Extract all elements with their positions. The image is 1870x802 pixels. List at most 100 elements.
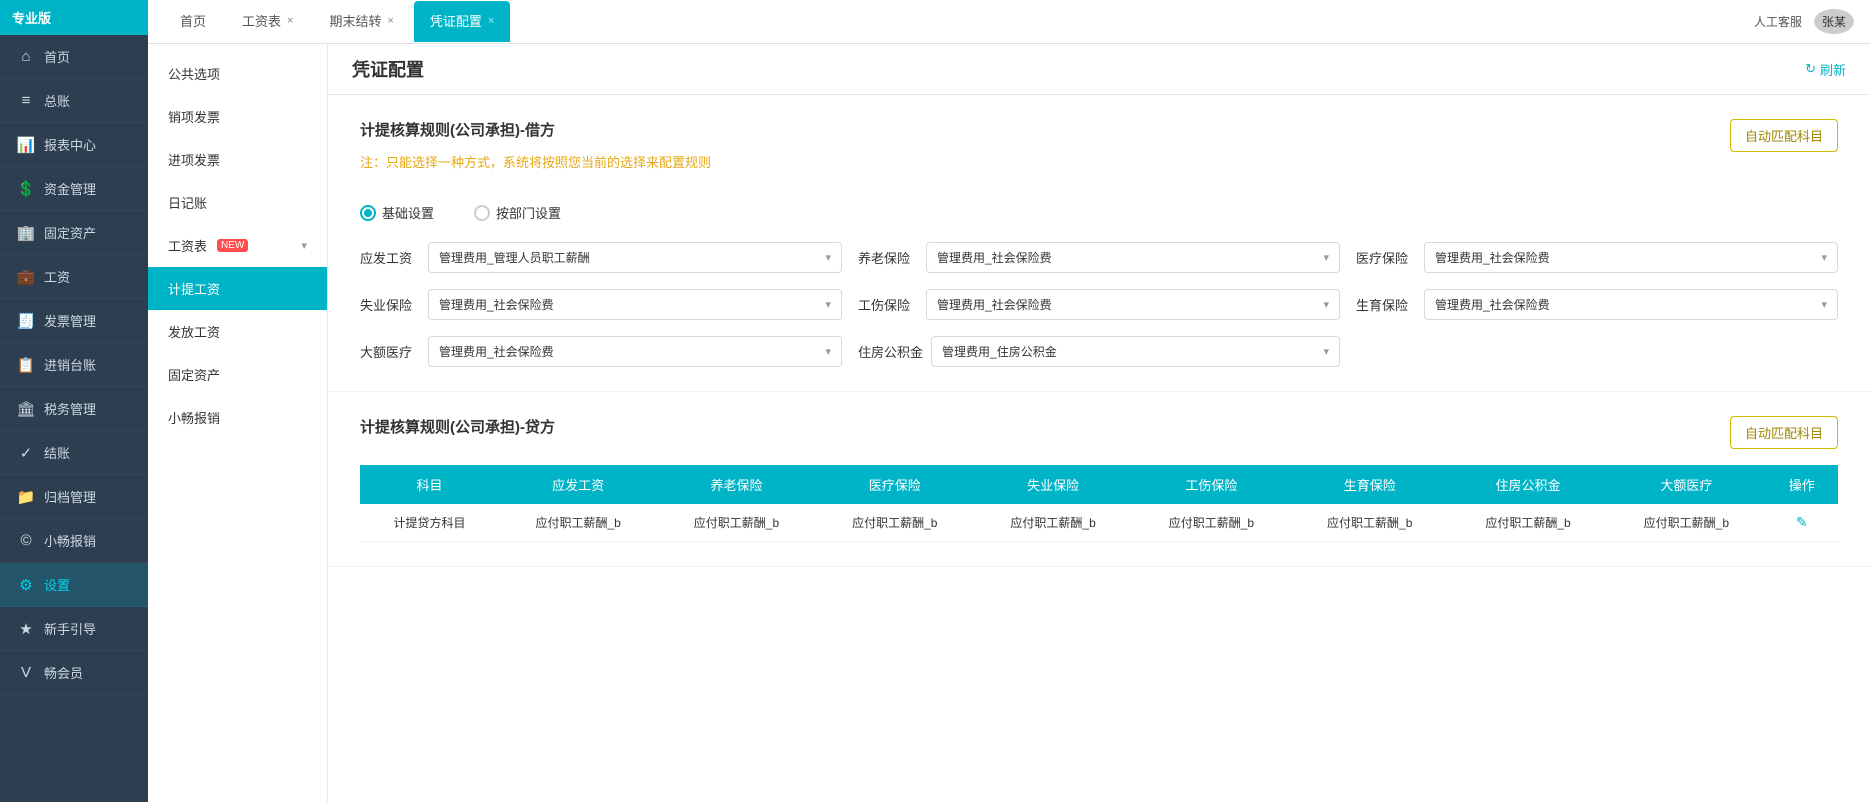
debit-section: 计提核算规则(公司承担)-借方 注：只能选择一种方式，系统将按照您当前的选择来配…: [328, 95, 1870, 392]
guide-icon: ★: [16, 620, 36, 638]
debit-form-row-2: 失业保险 管理费用_社会保险费 ▾ 工伤保险 管理费用_社会保险费 ▾: [360, 289, 1838, 320]
sidebar-item-archive[interactable]: 📁 归档管理: [0, 475, 148, 519]
inner-sidebar-purchase-invoice[interactable]: 进项发票: [148, 138, 327, 181]
select-chevron-icon: ▾: [825, 345, 831, 358]
capital-icon: 💲: [16, 180, 36, 198]
sidebar-item-settings[interactable]: ⚙ 设置: [0, 563, 148, 607]
avatar: 张某: [1814, 9, 1854, 34]
new-badge: NEW: [217, 239, 248, 252]
debit-form-row-3: 大额医疗 管理费用_社会保险费 ▾ 住房公积金 管理费用_住房公积金 ▾: [360, 336, 1838, 367]
edit-icon[interactable]: ✎: [1796, 514, 1808, 530]
sidebar-item-tax[interactable]: 🏛 税务管理: [0, 387, 148, 431]
tab-payroll-table[interactable]: 工资表 ×: [226, 1, 309, 42]
settings-icon: ⚙: [16, 576, 36, 594]
yiliao-select[interactable]: 管理费用_社会保险费 ▾: [1424, 242, 1838, 273]
radio-group: 基础设置 按部门设置: [360, 203, 1838, 222]
content-area: 凭证配置 ↻ 刷新 计提核算规则(公司承担)-借方 注：只能选择一种方式，系统将…: [328, 44, 1870, 802]
tax-icon: 🏛: [16, 400, 36, 418]
debit-note: 注：只能选择一种方式，系统将按照您当前的选择来配置规则: [360, 152, 711, 171]
sidebar-item-closing[interactable]: ✓ 结账: [0, 431, 148, 475]
row-shengyu: 应付职工薪酬_b: [1291, 504, 1449, 542]
tab-voucher-config[interactable]: 凭证配置 ×: [414, 1, 510, 42]
col-header-daeyiliao: 大额医疗: [1607, 465, 1765, 504]
refresh-icon: ↻: [1805, 61, 1816, 77]
close-acct-icon: ✓: [16, 444, 36, 462]
col-header-yingfa: 应发工资: [499, 465, 657, 504]
col-header-shiye: 失业保险: [974, 465, 1132, 504]
field-shiye: 失业保险 管理费用_社会保险费 ▾: [360, 289, 842, 320]
inner-sidebar: 公共选项 销项发票 进项发票 日记账 工资表 NEW ▾ 计提工资 发放工资: [148, 44, 328, 802]
radio-basic-settings[interactable]: 基础设置: [360, 203, 434, 222]
col-header-subject: 科目: [360, 465, 499, 504]
row-edit-action[interactable]: ✎: [1766, 504, 1839, 542]
daeyiliao-select[interactable]: 管理费用_社会保险费 ▾: [428, 336, 842, 367]
inner-sidebar-sales-invoice[interactable]: 销项发票: [148, 95, 327, 138]
credit-section-title: 计提核算规则(公司承担)-贷方: [360, 416, 555, 437]
top-right-actions: 人工客服 张某: [1754, 9, 1854, 34]
inner-sidebar-fixed-assets[interactable]: 固定资产: [148, 353, 327, 396]
tab-payroll-table-close[interactable]: ×: [287, 15, 293, 27]
col-header-gongshang: 工伤保险: [1132, 465, 1290, 504]
inner-sidebar-petty-expenses[interactable]: 小畅报销: [148, 396, 327, 439]
field-gongshang: 工伤保险 管理费用_社会保险费 ▾: [858, 289, 1340, 320]
sidebar-item-home[interactable]: ⌂ 首页: [0, 35, 148, 79]
sidebar-item-member[interactable]: V 畅会员: [0, 651, 148, 695]
gongjijin-select[interactable]: 管理费用_住房公积金 ▾: [931, 336, 1340, 367]
shengyu-select[interactable]: 管理费用_社会保险费 ▾: [1424, 289, 1838, 320]
select-chevron-icon: ▾: [825, 298, 831, 311]
sidebar-item-reports[interactable]: 📊 报表中心: [0, 123, 148, 167]
row-yingfa: 应付职工薪酬_b: [499, 504, 657, 542]
sidebar-item-fixed-assets[interactable]: 🏢 固定资产: [0, 211, 148, 255]
yanglao-select[interactable]: 管理费用_社会保险费 ▾: [926, 242, 1340, 273]
select-chevron-icon: ▾: [1323, 345, 1329, 358]
purchase-icon: 📋: [16, 356, 36, 374]
shiye-label: 失业保险: [360, 295, 420, 314]
sidebar-item-purchase-sales[interactable]: 📋 进销台账: [0, 343, 148, 387]
inner-sidebar-public-options[interactable]: 公共选项: [148, 52, 327, 95]
yanglao-label: 养老保险: [858, 248, 918, 267]
inner-sidebar-payroll-table[interactable]: 工资表 NEW ▾: [148, 224, 327, 267]
inner-sidebar-journal[interactable]: 日记账: [148, 181, 327, 224]
debit-form-row-1: 应发工资 管理费用_管理人员职工薪酬 ▾ 养老保险 管理费用_社会保险费 ▾: [360, 242, 1838, 273]
col-header-action: 操作: [1766, 465, 1839, 504]
sidebar-item-xiaochangbaoxiao[interactable]: © 小畅报销: [0, 519, 148, 563]
debit-auto-match-button[interactable]: 自动匹配科目: [1730, 119, 1838, 152]
daeyiliao-label: 大额医疗: [360, 342, 420, 361]
inner-sidebar-pay-salary[interactable]: 发放工资: [148, 310, 327, 353]
sidebar-item-guide[interactable]: ★ 新手引导: [0, 607, 148, 651]
sidebar-item-invoice[interactable]: 🧾 发票管理: [0, 299, 148, 343]
archive-icon: 📁: [16, 488, 36, 506]
gongshang-select[interactable]: 管理费用_社会保险费 ▾: [926, 289, 1340, 320]
col-header-yanglao: 养老保险: [657, 465, 815, 504]
select-chevron-icon: ▾: [1821, 298, 1827, 311]
credit-auto-match-button[interactable]: 自动匹配科目: [1730, 416, 1838, 449]
shengyu-label: 生育保险: [1356, 295, 1416, 314]
expense-icon: ©: [16, 532, 36, 549]
refresh-button[interactable]: ↻ 刷新: [1805, 60, 1846, 79]
select-chevron-icon: ▾: [1323, 298, 1329, 311]
assets-icon: 🏢: [16, 224, 36, 242]
debit-form-rows: 应发工资 管理费用_管理人员职工薪酬 ▾ 养老保险 管理费用_社会保险费 ▾: [360, 242, 1838, 367]
invoice-icon: 🧾: [16, 312, 36, 330]
sidebar-item-payroll[interactable]: 💼 工资: [0, 255, 148, 299]
row-subject: 计提贷方科目: [360, 504, 499, 542]
tab-home[interactable]: 首页: [164, 1, 222, 42]
brand-label: 专业版: [0, 0, 148, 35]
yingfa-select[interactable]: 管理费用_管理人员职工薪酬 ▾: [428, 242, 842, 273]
tab-voucher-config-close[interactable]: ×: [488, 15, 494, 27]
col-header-yiliao: 医疗保险: [816, 465, 974, 504]
tab-period-close[interactable]: 期末结转 ×: [313, 1, 409, 42]
ledger-icon: ≡: [16, 92, 36, 109]
col-header-shengyu: 生育保险: [1291, 465, 1449, 504]
field-daeyiliao: 大额医疗 管理费用_社会保险费 ▾: [360, 336, 842, 367]
payroll-icon: 💼: [16, 268, 36, 286]
radio-dept-settings[interactable]: 按部门设置: [474, 203, 561, 222]
inner-sidebar-accrual-payroll[interactable]: 计提工资: [148, 267, 327, 310]
sidebar-item-capital[interactable]: 💲 资金管理: [0, 167, 148, 211]
yingfa-label: 应发工资: [360, 248, 420, 267]
shiye-select[interactable]: 管理费用_社会保险费 ▾: [428, 289, 842, 320]
sidebar-item-general-ledger[interactable]: ≡ 总账: [0, 79, 148, 123]
tab-period-close-close[interactable]: ×: [387, 15, 393, 27]
field-gongjijin: 住房公积金 管理费用_住房公积金 ▾: [858, 336, 1340, 367]
select-chevron-icon: ▾: [1821, 251, 1827, 264]
